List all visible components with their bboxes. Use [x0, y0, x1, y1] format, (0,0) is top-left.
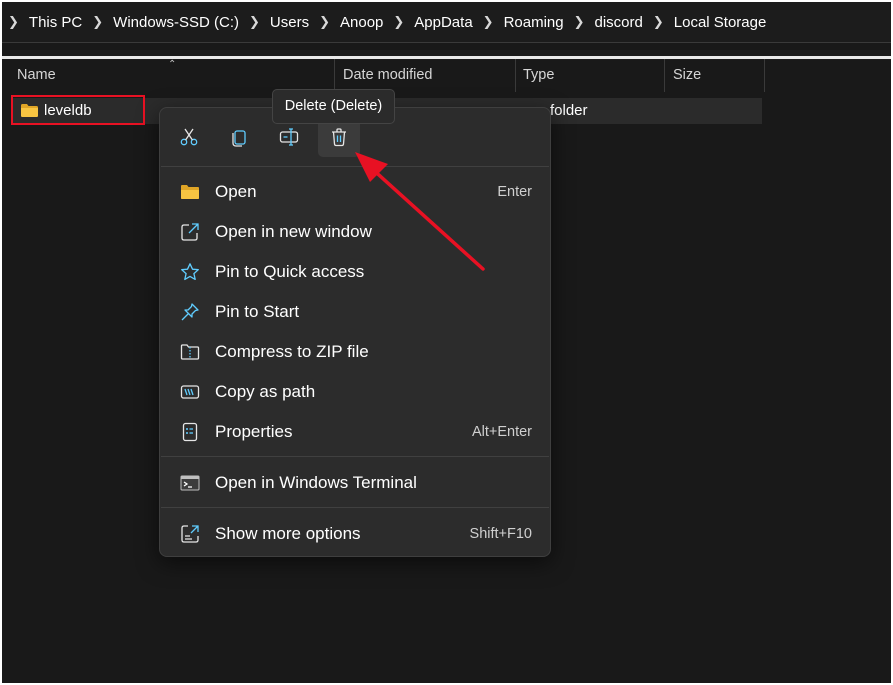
menu-item-compress-zip[interactable]: Compress to ZIP file [164, 334, 546, 370]
breadcrumb-item[interactable]: discord [595, 14, 643, 31]
scissors-icon [180, 128, 198, 146]
menu-divider [161, 166, 549, 167]
column-divider[interactable] [515, 59, 516, 92]
chevron-right-icon[interactable]: ❯ [483, 14, 494, 30]
menu-item-pin-quick-access[interactable]: Pin to Quick access [164, 254, 546, 290]
highlight-outline [11, 95, 145, 125]
cut-button[interactable] [168, 117, 210, 157]
chevron-right-icon[interactable]: ❯ [574, 14, 585, 30]
menu-item-label: Copy as path [215, 382, 316, 401]
breadcrumb-item[interactable]: Windows-SSD (C:) [113, 14, 239, 31]
open-new-window-icon [181, 223, 199, 241]
star-icon [181, 263, 199, 281]
address-bar[interactable]: ❯ This PC ❯ Windows-SSD (C:) ❯ Users ❯ A… [2, 2, 891, 42]
sort-caret-icon: ⌃ [168, 59, 177, 70]
menu-item-label: Show more options [215, 524, 361, 543]
breadcrumb-item-current[interactable]: Local Storage [674, 14, 767, 31]
breadcrumb-item[interactable]: Users [270, 14, 309, 31]
menu-item-open-terminal[interactable]: Open in Windows Terminal [164, 465, 546, 501]
trash-icon [332, 128, 346, 147]
copy-icon [232, 130, 246, 147]
column-header-name[interactable]: Name [17, 59, 56, 92]
menu-item-label: Compress to ZIP file [215, 342, 369, 361]
properties-icon [182, 422, 198, 442]
chevron-right-icon[interactable]: ❯ [653, 14, 664, 30]
breadcrumb-item[interactable]: AppData [414, 14, 472, 31]
menu-item-label: Open [215, 182, 257, 201]
menu-item-label: Pin to Start [215, 302, 300, 321]
copy-button[interactable] [218, 117, 260, 157]
menu-item-shortcut: Alt+Enter [471, 424, 532, 440]
menu-item-copy-path[interactable]: Copy as path [164, 374, 546, 410]
menu-item-label: Pin to Quick access [215, 262, 365, 281]
chevron-right-icon[interactable]: ❯ [8, 14, 19, 30]
menu-item-label: Open in new window [215, 222, 372, 241]
chevron-right-icon[interactable]: ❯ [393, 14, 404, 30]
column-divider[interactable] [334, 59, 335, 92]
column-divider[interactable] [764, 59, 765, 92]
column-header-type[interactable]: Type [523, 59, 554, 92]
menu-item-label: Properties [215, 422, 293, 441]
menu-item-show-more-options[interactable]: Show more options Shift+F10 [164, 516, 546, 552]
column-headers: ⌃ Name Date modified Type Size [2, 59, 891, 92]
breadcrumb-item[interactable]: This PC [29, 14, 82, 31]
menu-item-shortcut: Enter [497, 184, 532, 200]
menu-divider [161, 456, 549, 457]
chevron-right-icon[interactable]: ❯ [249, 14, 260, 30]
column-header-date-modified[interactable]: Date modified [343, 59, 432, 92]
menu-item-open[interactable]: Open Enter [164, 174, 546, 210]
divider [2, 42, 891, 43]
folder-open-icon [181, 185, 199, 199]
copy-path-icon [180, 385, 200, 399]
breadcrumb-item[interactable]: Roaming [504, 14, 564, 31]
tooltip: Delete (Delete) [272, 89, 395, 124]
context-menu: Open Enter Open in new window Pin to Qui… [159, 107, 551, 557]
column-header-size[interactable]: Size [673, 59, 701, 92]
breadcrumb-item[interactable]: Anoop [340, 14, 383, 31]
show-more-icon [181, 525, 199, 543]
file-type: folder [550, 102, 588, 119]
pin-icon [181, 303, 199, 321]
chevron-right-icon[interactable]: ❯ [92, 14, 103, 30]
menu-item-properties[interactable]: Properties Alt+Enter [164, 414, 546, 450]
menu-item-open-new-window[interactable]: Open in new window [164, 214, 546, 250]
menu-item-shortcut: Shift+F10 [469, 526, 532, 542]
menu-divider [161, 507, 549, 508]
menu-item-label: Open in Windows Terminal [215, 473, 417, 492]
rename-icon [279, 128, 299, 146]
zip-icon [180, 344, 200, 360]
terminal-icon [180, 475, 200, 491]
column-divider[interactable] [664, 59, 665, 92]
menu-item-pin-start[interactable]: Pin to Start [164, 294, 546, 330]
file-explorer-window: ❯ This PC ❯ Windows-SSD (C:) ❯ Users ❯ A… [2, 2, 891, 683]
chevron-right-icon[interactable]: ❯ [319, 14, 330, 30]
